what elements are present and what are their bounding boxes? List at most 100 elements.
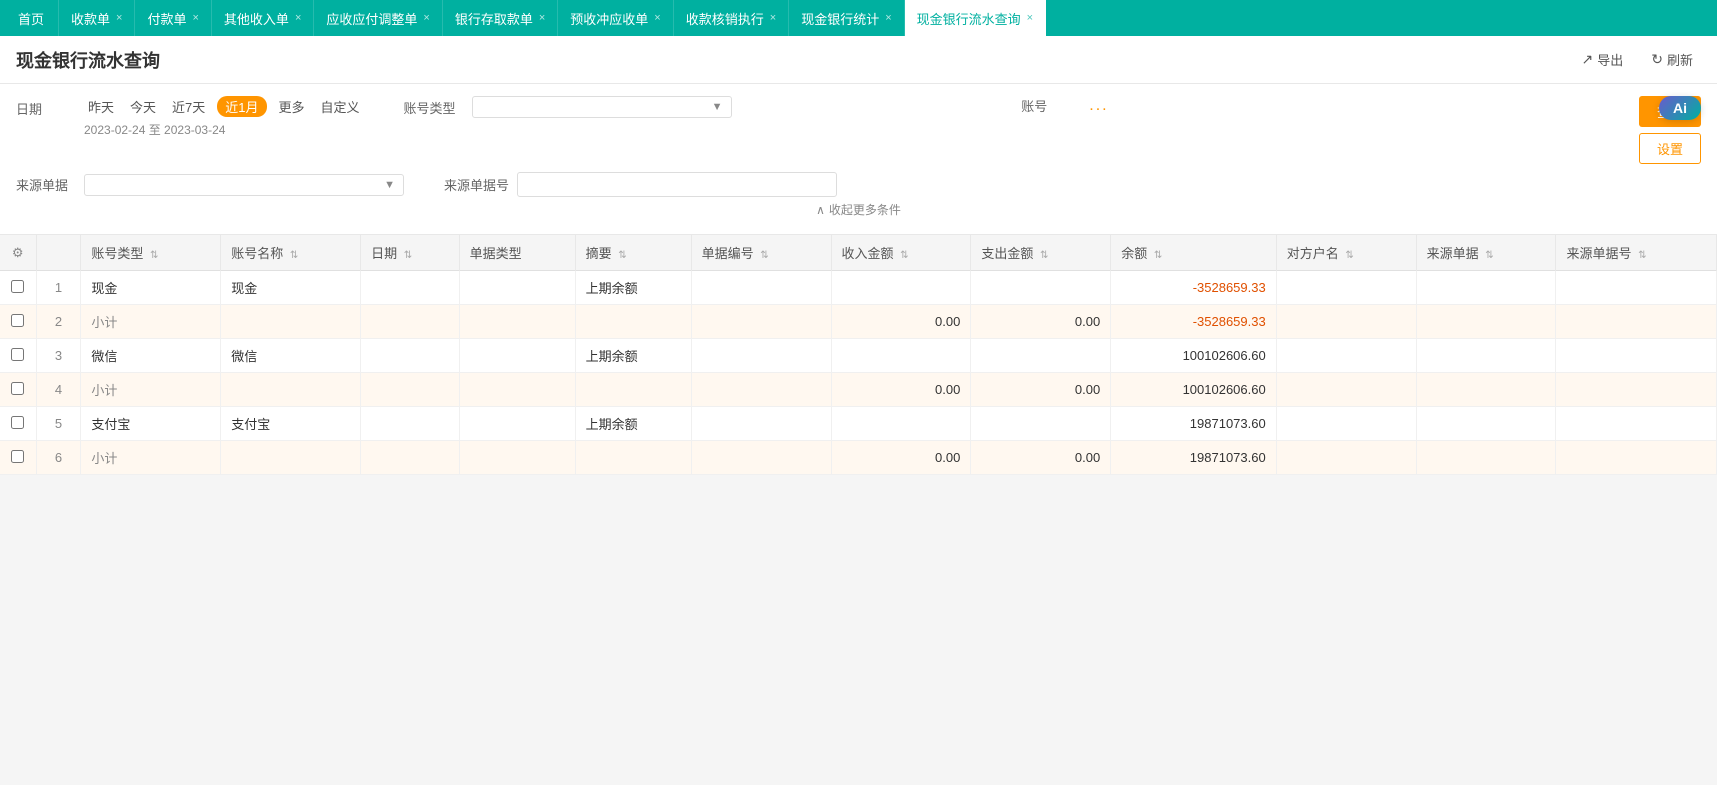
row-source-doc xyxy=(1416,339,1556,373)
close-icon[interactable]: × xyxy=(539,12,545,24)
row-checkbox[interactable] xyxy=(11,348,24,361)
date-label: 日期 xyxy=(16,96,76,118)
row-counterpart xyxy=(1276,271,1416,305)
source-doc-no-input[interactable] xyxy=(517,172,837,197)
row-expense xyxy=(971,407,1111,441)
account-dots[interactable]: ... xyxy=(1089,97,1108,115)
row-counterpart xyxy=(1276,339,1416,373)
col-source-doc-no[interactable]: 来源单据号 ⇅ xyxy=(1556,235,1717,271)
row-check[interactable] xyxy=(0,305,36,339)
nav-item-6[interactable]: 收款核销执行 × xyxy=(674,0,789,36)
close-icon[interactable]: × xyxy=(295,12,301,24)
row-account-type: 微信 xyxy=(81,339,221,373)
account-type-label: 账号类型 xyxy=(404,98,464,117)
col-counterpart[interactable]: 对方户名 ⇅ xyxy=(1276,235,1416,271)
collapse-icon: ∧ xyxy=(816,203,825,217)
nav-item-7[interactable]: 现金银行统计 × xyxy=(789,0,904,36)
table-row: 3 微信 微信 上期余额 100102606.60 xyxy=(0,339,1717,373)
col-doc-no[interactable]: 单据编号 ⇅ xyxy=(691,235,831,271)
table-header-row: ⚙ 账号类型 ⇅ 账号名称 ⇅ 日期 ⇅ 单据类型 摘要 ⇅ 单据编号 ⇅ 收入… xyxy=(0,235,1717,271)
row-doc-no xyxy=(691,305,831,339)
close-icon[interactable]: × xyxy=(770,12,776,24)
column-settings-icon[interactable]: ⚙ xyxy=(0,235,36,271)
nav-home[interactable]: 首页 xyxy=(4,0,59,36)
export-button[interactable]: ↗ 导出 xyxy=(1574,46,1632,73)
row-expense xyxy=(971,271,1111,305)
row-date xyxy=(361,339,460,373)
row-doc-type xyxy=(459,271,575,305)
row-doc-no xyxy=(691,339,831,373)
source-doc-select[interactable]: ▼ xyxy=(84,174,404,196)
nav-item-5[interactable]: 预收冲应收单 × xyxy=(558,0,673,36)
page-title: 现金银行流水查询 xyxy=(16,47,160,73)
date-btn-more[interactable]: 更多 xyxy=(275,96,309,117)
col-balance[interactable]: 余额 ⇅ xyxy=(1111,235,1277,271)
row-doc-no xyxy=(691,441,831,475)
row-source-doc-no xyxy=(1556,407,1717,441)
row-check[interactable] xyxy=(0,271,36,305)
account-label: 账号 xyxy=(1021,96,1081,115)
row-income: 0.00 xyxy=(831,441,971,475)
collapse-bar[interactable]: ∧ 收起更多条件 xyxy=(16,197,1701,226)
table-row: 1 现金 现金 上期余额 -3528659.33 xyxy=(0,271,1717,305)
col-source-doc[interactable]: 来源单据 ⇅ xyxy=(1416,235,1556,271)
row-check[interactable] xyxy=(0,407,36,441)
row-checkbox[interactable] xyxy=(11,416,24,429)
header-actions: ↗ 导出 ↻ 刷新 xyxy=(1574,46,1702,73)
row-balance: 19871073.60 xyxy=(1111,407,1277,441)
nav-item-2[interactable]: 其他收入单 × xyxy=(212,0,314,36)
close-icon[interactable]: × xyxy=(1027,12,1033,24)
row-date xyxy=(361,271,460,305)
nav-item-3[interactable]: 应收应付调整单 × xyxy=(314,0,442,36)
date-btn-yesterday[interactable]: 昨天 xyxy=(84,96,118,117)
settings-button[interactable]: 设置 xyxy=(1639,133,1701,164)
row-account-name: 现金 xyxy=(221,271,361,305)
close-icon[interactable]: × xyxy=(116,12,122,24)
row-check[interactable] xyxy=(0,339,36,373)
row-date xyxy=(361,373,460,407)
chevron-down-icon: ▼ xyxy=(384,179,395,191)
row-doc-no xyxy=(691,271,831,305)
row-balance: 100102606.60 xyxy=(1111,339,1277,373)
row-num: 2 xyxy=(36,305,81,339)
col-expense[interactable]: 支出金额 ⇅ xyxy=(971,235,1111,271)
data-table: ⚙ 账号类型 ⇅ 账号名称 ⇅ 日期 ⇅ 单据类型 摘要 ⇅ 单据编号 ⇅ 收入… xyxy=(0,235,1717,475)
row-num: 4 xyxy=(36,373,81,407)
date-btn-1month[interactable]: 近1月 xyxy=(217,96,266,117)
close-icon[interactable]: × xyxy=(423,12,429,24)
col-account-name[interactable]: 账号名称 ⇅ xyxy=(221,235,361,271)
col-doc-type[interactable]: 单据类型 xyxy=(459,235,575,271)
refresh-button[interactable]: ↻ 刷新 xyxy=(1643,46,1701,73)
date-btn-today[interactable]: 今天 xyxy=(126,96,160,117)
col-account-type[interactable]: 账号类型 ⇅ xyxy=(81,235,221,271)
row-check[interactable] xyxy=(0,441,36,475)
row-checkbox[interactable] xyxy=(11,382,24,395)
row-doc-type xyxy=(459,407,575,441)
row-doc-type xyxy=(459,305,575,339)
col-date[interactable]: 日期 ⇅ xyxy=(361,235,460,271)
row-source-doc-no xyxy=(1556,441,1717,475)
date-btn-custom[interactable]: 自定义 xyxy=(317,96,364,117)
nav-item-0[interactable]: 收款单 × xyxy=(59,0,135,36)
nav-item-1[interactable]: 付款单 × xyxy=(135,0,211,36)
close-icon[interactable]: × xyxy=(654,12,660,24)
close-icon[interactable]: × xyxy=(192,12,198,24)
account-type-select[interactable]: ▼ xyxy=(472,96,732,118)
page-header: 现金银行流水查询 ↗ 导出 ↻ 刷新 xyxy=(0,36,1717,84)
row-num: 3 xyxy=(36,339,81,373)
col-summary[interactable]: 摘要 ⇅ xyxy=(575,235,691,271)
nav-item-8[interactable]: 现金银行流水查询 × xyxy=(905,0,1046,36)
ai-button[interactable]: Ai xyxy=(1659,96,1701,120)
row-check[interactable] xyxy=(0,373,36,407)
row-account-name: 微信 xyxy=(221,339,361,373)
nav-item-4[interactable]: 银行存取款单 × xyxy=(443,0,558,36)
row-account-type: 现金 xyxy=(81,271,221,305)
row-account-name xyxy=(221,305,361,339)
row-checkbox[interactable] xyxy=(11,280,24,293)
row-source-doc-no xyxy=(1556,373,1717,407)
close-icon[interactable]: × xyxy=(885,12,891,24)
col-income[interactable]: 收入金额 ⇅ xyxy=(831,235,971,271)
row-checkbox[interactable] xyxy=(11,314,24,327)
row-checkbox[interactable] xyxy=(11,450,24,463)
date-btn-7days[interactable]: 近7天 xyxy=(168,96,209,117)
